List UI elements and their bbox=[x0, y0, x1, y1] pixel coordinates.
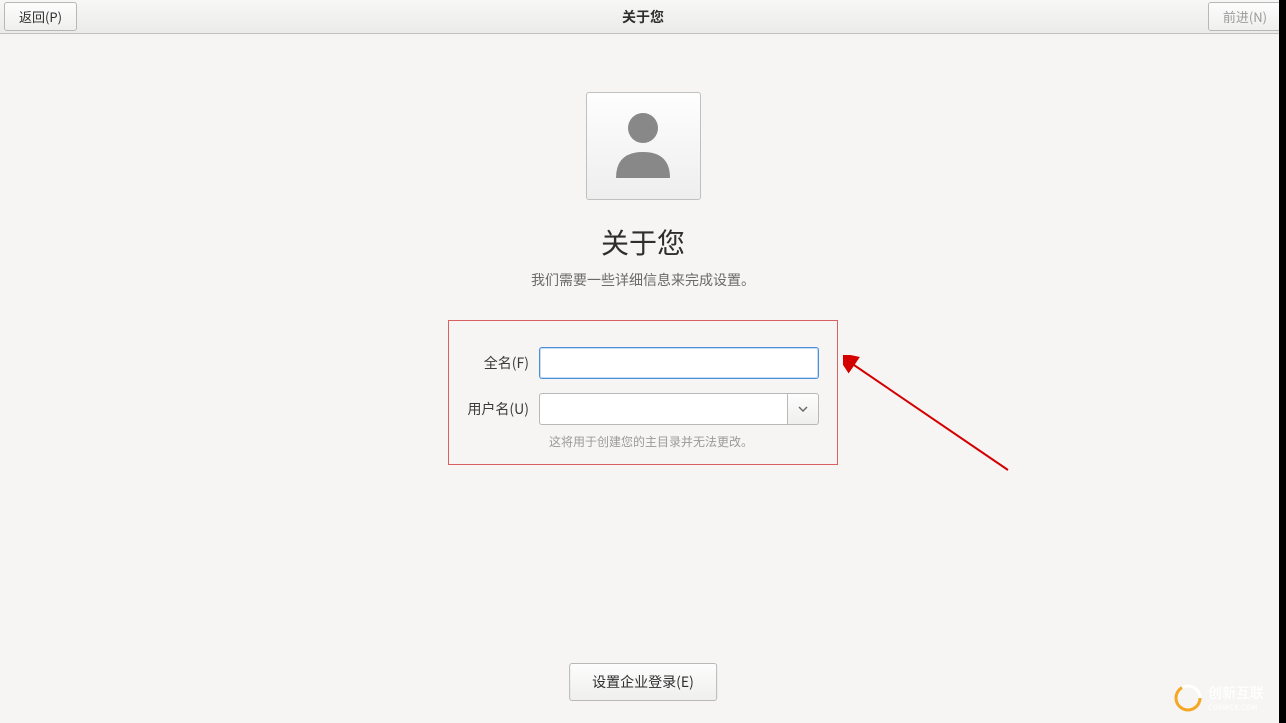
user-icon bbox=[608, 106, 678, 186]
username-row: 用户名(U) bbox=[467, 393, 819, 425]
chevron-down-icon bbox=[798, 406, 808, 412]
window-header: 返回(P) 关于您 前进(N) bbox=[0, 0, 1286, 34]
right-border bbox=[1279, 0, 1286, 723]
footer-area: 设置企业登录(E) bbox=[569, 663, 717, 701]
window-title: 关于您 bbox=[622, 7, 664, 27]
back-button[interactable]: 返回(P) bbox=[4, 2, 77, 31]
main-content: 关于您 我们需要一些详细信息来完成设置。 全名(F) 用户名(U) 这将用于创建… bbox=[0, 34, 1286, 465]
avatar-placeholder[interactable] bbox=[586, 92, 701, 200]
username-input[interactable] bbox=[539, 393, 787, 425]
form-highlight-box: 全名(F) 用户名(U) 这将用于创建您的主目录并无法更改。 bbox=[448, 320, 838, 465]
enterprise-login-button[interactable]: 设置企业登录(E) bbox=[569, 663, 717, 701]
username-combo bbox=[539, 393, 819, 425]
page-subtitle: 我们需要一些详细信息来完成设置。 bbox=[531, 270, 755, 290]
fullname-input[interactable] bbox=[539, 347, 819, 379]
watermark: 创新互联 CDXWCX.COM bbox=[1174, 683, 1264, 713]
fullname-label: 全名(F) bbox=[467, 353, 539, 373]
fullname-row: 全名(F) bbox=[467, 347, 819, 379]
watermark-sub: CDXWCX.COM bbox=[1208, 703, 1264, 713]
page-title: 关于您 bbox=[601, 222, 685, 262]
watermark-logo-icon bbox=[1174, 684, 1202, 712]
watermark-brand: 创新互联 bbox=[1208, 683, 1264, 703]
username-dropdown-button[interactable] bbox=[787, 393, 819, 425]
username-label: 用户名(U) bbox=[467, 399, 539, 419]
username-help-text: 这将用于创建您的主目录并无法更改。 bbox=[549, 433, 819, 450]
next-button[interactable]: 前进(N) bbox=[1208, 2, 1282, 31]
